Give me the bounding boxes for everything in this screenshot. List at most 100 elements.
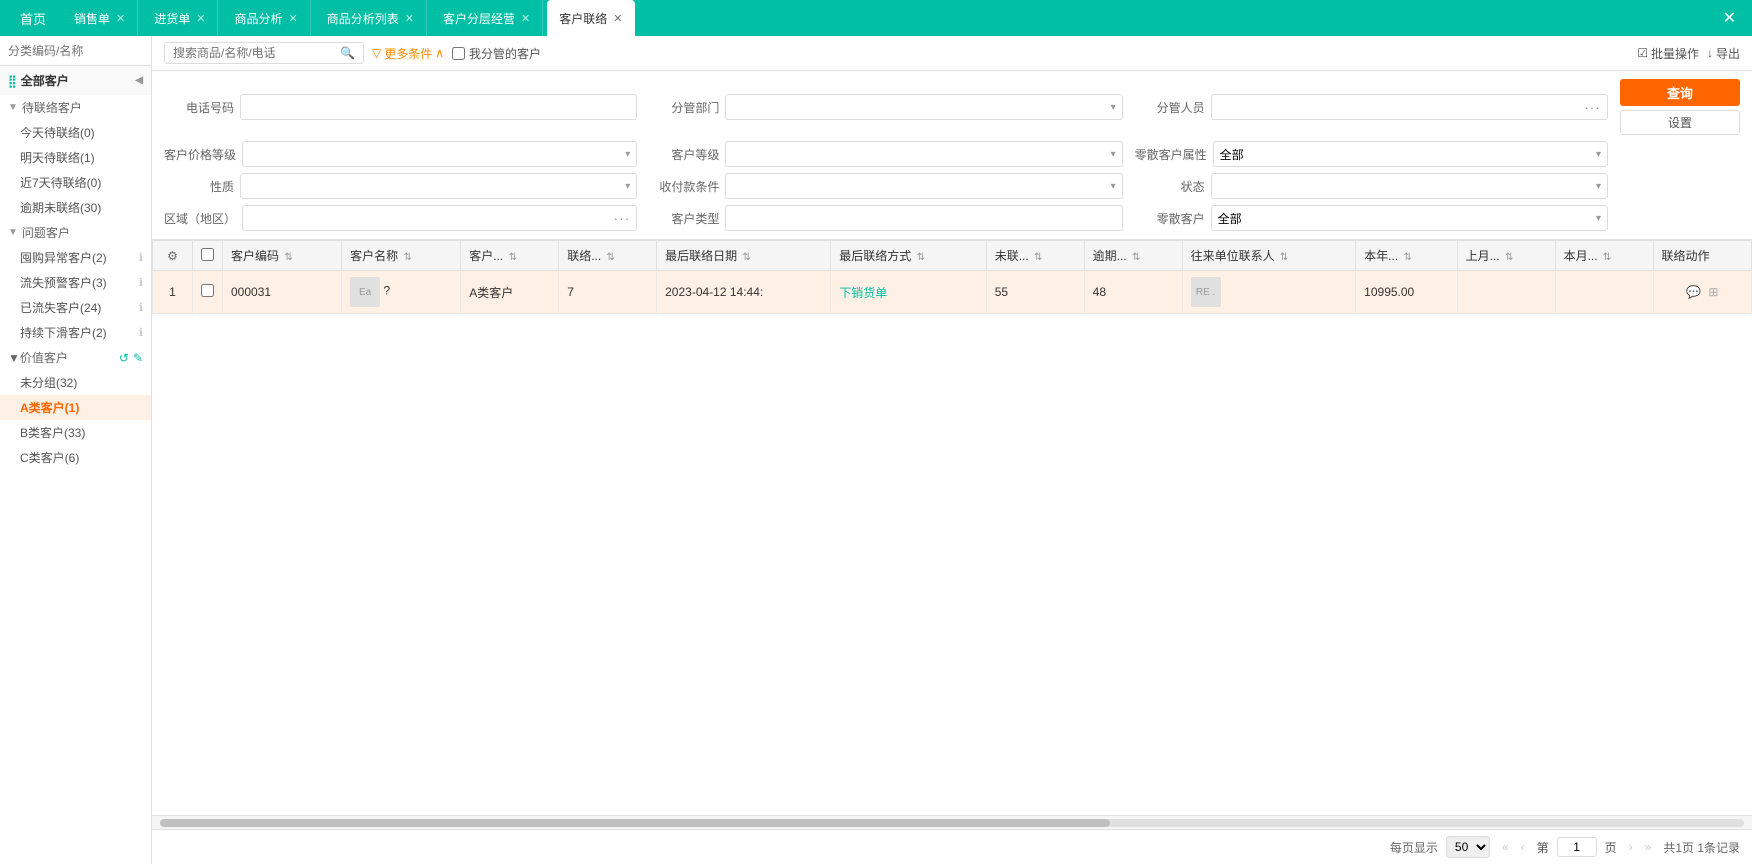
page-size-select[interactable]: 50 [1446, 836, 1490, 858]
region-input[interactable]: ··· [242, 205, 637, 231]
column-settings-icon[interactable]: ⚙ [167, 249, 178, 263]
close-purchase-tab[interactable]: ✕ [196, 12, 205, 25]
tab-product-analysis-list[interactable]: 商品分析列表 ✕ [315, 0, 427, 36]
payment-select[interactable]: ▾ [725, 173, 1122, 199]
close-product-list-tab[interactable]: ✕ [405, 12, 414, 25]
all-customers-header[interactable]: ⣿ 全部客户 ◀ [0, 66, 151, 95]
prev-page-button[interactable]: ‹ [1517, 838, 1529, 856]
sort-overdue-icon[interactable]: ⇅ [1132, 252, 1140, 263]
row-this-year: 10995.00 [1356, 271, 1457, 314]
main-search-icon[interactable]: 🔍 [340, 46, 355, 60]
retail-attr-select[interactable]: 全部 ▾ [1213, 141, 1608, 167]
manager-input[interactable]: ··· [1211, 94, 1608, 120]
query-button[interactable]: 查询 [1620, 79, 1740, 106]
batch-operations-button[interactable]: ☑ 批量操作 [1637, 45, 1699, 62]
problem-customers-group[interactable]: ▼ 问题客户 [0, 220, 151, 245]
sort-unpaid-icon[interactable]: ⇅ [1034, 252, 1042, 263]
nature-select[interactable]: ▾ [240, 173, 637, 199]
first-page-button[interactable]: « [1498, 838, 1513, 856]
row-this-month [1555, 271, 1653, 314]
price-tier-select[interactable]: ▾ [242, 141, 637, 167]
tab-sales[interactable]: 销售单 ✕ [62, 0, 138, 36]
next-page-button[interactable]: › [1625, 838, 1637, 856]
page-size-label: 每页显示 [1390, 839, 1438, 856]
th-customer-type: 客户... ⇅ [461, 241, 559, 271]
sort-month-icon[interactable]: ⇅ [1603, 252, 1611, 263]
sidebar: 🔍 ⣿ 全部客户 ◀ ▼ 待联络客户 今天待联络(0) 明天待联络(1) 近7天… [0, 36, 152, 864]
my-customers-checkbox[interactable] [452, 47, 465, 60]
edit-value-icon[interactable]: ✎ [133, 351, 143, 365]
customer-avatar: Ea [350, 277, 380, 307]
tab-customer-contact[interactable]: 客户联络 ✕ [547, 0, 635, 36]
customer-tier-label: 客户等级 [649, 146, 719, 163]
tab-customer-tier[interactable]: 客户分层经营 ✕ [431, 0, 543, 36]
sidebar-item-hoard-anomaly[interactable]: 囤购异常客户(2) ℹ [0, 245, 151, 270]
gear-column: ⚙ [153, 241, 193, 271]
sidebar-search-input[interactable] [8, 44, 152, 58]
sort-contact-icon[interactable]: ⇅ [607, 252, 615, 263]
sidebar-item-churned[interactable]: 已流失客户(24) ℹ [0, 295, 151, 320]
customer-type-input[interactable] [725, 205, 1122, 231]
page-unit: 页 [1601, 837, 1621, 858]
home-tab[interactable]: 首页 [8, 9, 58, 28]
table-container: ⚙ 客户编码 ⇅ 客户名称 ⇅ 客户... ⇅ 联络... ⇅ 最后联络日期 ⇅… [152, 240, 1752, 815]
sidebar-item-b-class[interactable]: B类客户(33) [0, 420, 151, 445]
sidebar-item-7days[interactable]: 近7天待联络(0) [0, 170, 151, 195]
main-search-input[interactable] [173, 46, 340, 60]
sidebar-item-tomorrow[interactable]: 明天待联络(1) [0, 145, 151, 170]
retail-customer-select[interactable]: 全部 ▾ [1211, 205, 1608, 231]
window-close-button[interactable]: ✕ [1715, 8, 1744, 28]
sort-name-icon[interactable]: ⇅ [403, 252, 411, 263]
grid-action-icon[interactable]: ⊞ [1708, 285, 1718, 299]
sidebar-item-overdue[interactable]: 逾期未联络(30) [0, 195, 151, 220]
sidebar-item-declining[interactable]: 持续下滑客户(2) ℹ [0, 320, 151, 345]
row-checkbox[interactable] [201, 284, 214, 297]
payment-arrow-icon: ▾ [1111, 181, 1116, 192]
tab-product-analysis[interactable]: 商品分析 ✕ [222, 0, 310, 36]
dept-select[interactable]: ▾ [725, 94, 1122, 120]
sidebar-item-c-class[interactable]: C类客户(6) [0, 445, 151, 470]
sidebar-item-today[interactable]: 今天待联络(0) [0, 120, 151, 145]
sort-lastmonth-icon[interactable]: ⇅ [1505, 252, 1513, 263]
sidebar-item-unclassified[interactable]: 未分组(32) [0, 370, 151, 395]
close-tier-tab[interactable]: ✕ [521, 12, 530, 25]
settings-button[interactable]: 设置 [1620, 110, 1740, 135]
sort-code-icon[interactable]: ⇅ [284, 252, 292, 263]
status-arrow-icon: ▾ [1596, 181, 1601, 192]
sort-person-icon[interactable]: ⇅ [1280, 252, 1288, 263]
sort-date-icon[interactable]: ⇅ [742, 252, 750, 263]
sidebar-item-a-class[interactable]: A类客户(1) [0, 395, 151, 420]
contact-person-avatar: RE . [1191, 277, 1221, 307]
phone-input[interactable] [240, 94, 637, 120]
close-product-analysis-tab[interactable]: ✕ [289, 12, 298, 25]
refresh-icon[interactable]: ↺ [119, 351, 129, 365]
row-last-date: 2023-04-12 14:44: [657, 271, 831, 314]
customer-tier-select[interactable]: ▾ [725, 141, 1122, 167]
info-icon-0: ℹ [139, 251, 143, 264]
row-customer-type: A类客户 [461, 271, 559, 314]
close-sales-tab[interactable]: ✕ [116, 12, 125, 25]
my-customers-checkbox-area[interactable]: 我分管的客户 [452, 45, 541, 62]
th-contact-person: 往来单位联系人 ⇅ [1182, 241, 1356, 271]
pagination-bar: 每页显示 50 « ‹ 第 页 › » 共1页 1条记录 [152, 829, 1752, 864]
close-contact-tab[interactable]: ✕ [613, 12, 622, 25]
pending-contact-group[interactable]: ▼ 待联络客户 [0, 95, 151, 120]
select-all-checkbox[interactable] [201, 248, 214, 261]
last-page-button[interactable]: » [1641, 838, 1656, 856]
collapse-sidebar-icon[interactable]: ◀ [135, 75, 143, 86]
horizontal-scrollbar[interactable] [160, 819, 1744, 827]
customers-table: ⚙ 客户编码 ⇅ 客户名称 ⇅ 客户... ⇅ 联络... ⇅ 最后联络日期 ⇅… [152, 240, 1752, 314]
tab-purchase[interactable]: 进货单 ✕ [142, 0, 218, 36]
chat-action-icon[interactable]: 💬 [1686, 285, 1701, 299]
page-number-input[interactable] [1557, 837, 1597, 857]
sort-method-icon[interactable]: ⇅ [917, 252, 925, 263]
status-select[interactable]: ▾ [1211, 173, 1608, 199]
sidebar-item-churn-warning[interactable]: 流失预警客户(3) ℹ [0, 270, 151, 295]
export-button[interactable]: ↓ 导出 [1707, 45, 1740, 62]
contact-method-link[interactable]: 下销货单 [839, 286, 887, 300]
value-customers-group[interactable]: ▼ 价值客户 ↺ ✎ [0, 345, 151, 370]
sort-year-icon[interactable]: ⇅ [1404, 252, 1412, 263]
page-navigation: « ‹ 第 页 › » [1498, 837, 1655, 858]
sort-type-icon[interactable]: ⇅ [509, 252, 517, 263]
more-filters-button[interactable]: ▽ 更多条件 ∧ [372, 45, 444, 62]
